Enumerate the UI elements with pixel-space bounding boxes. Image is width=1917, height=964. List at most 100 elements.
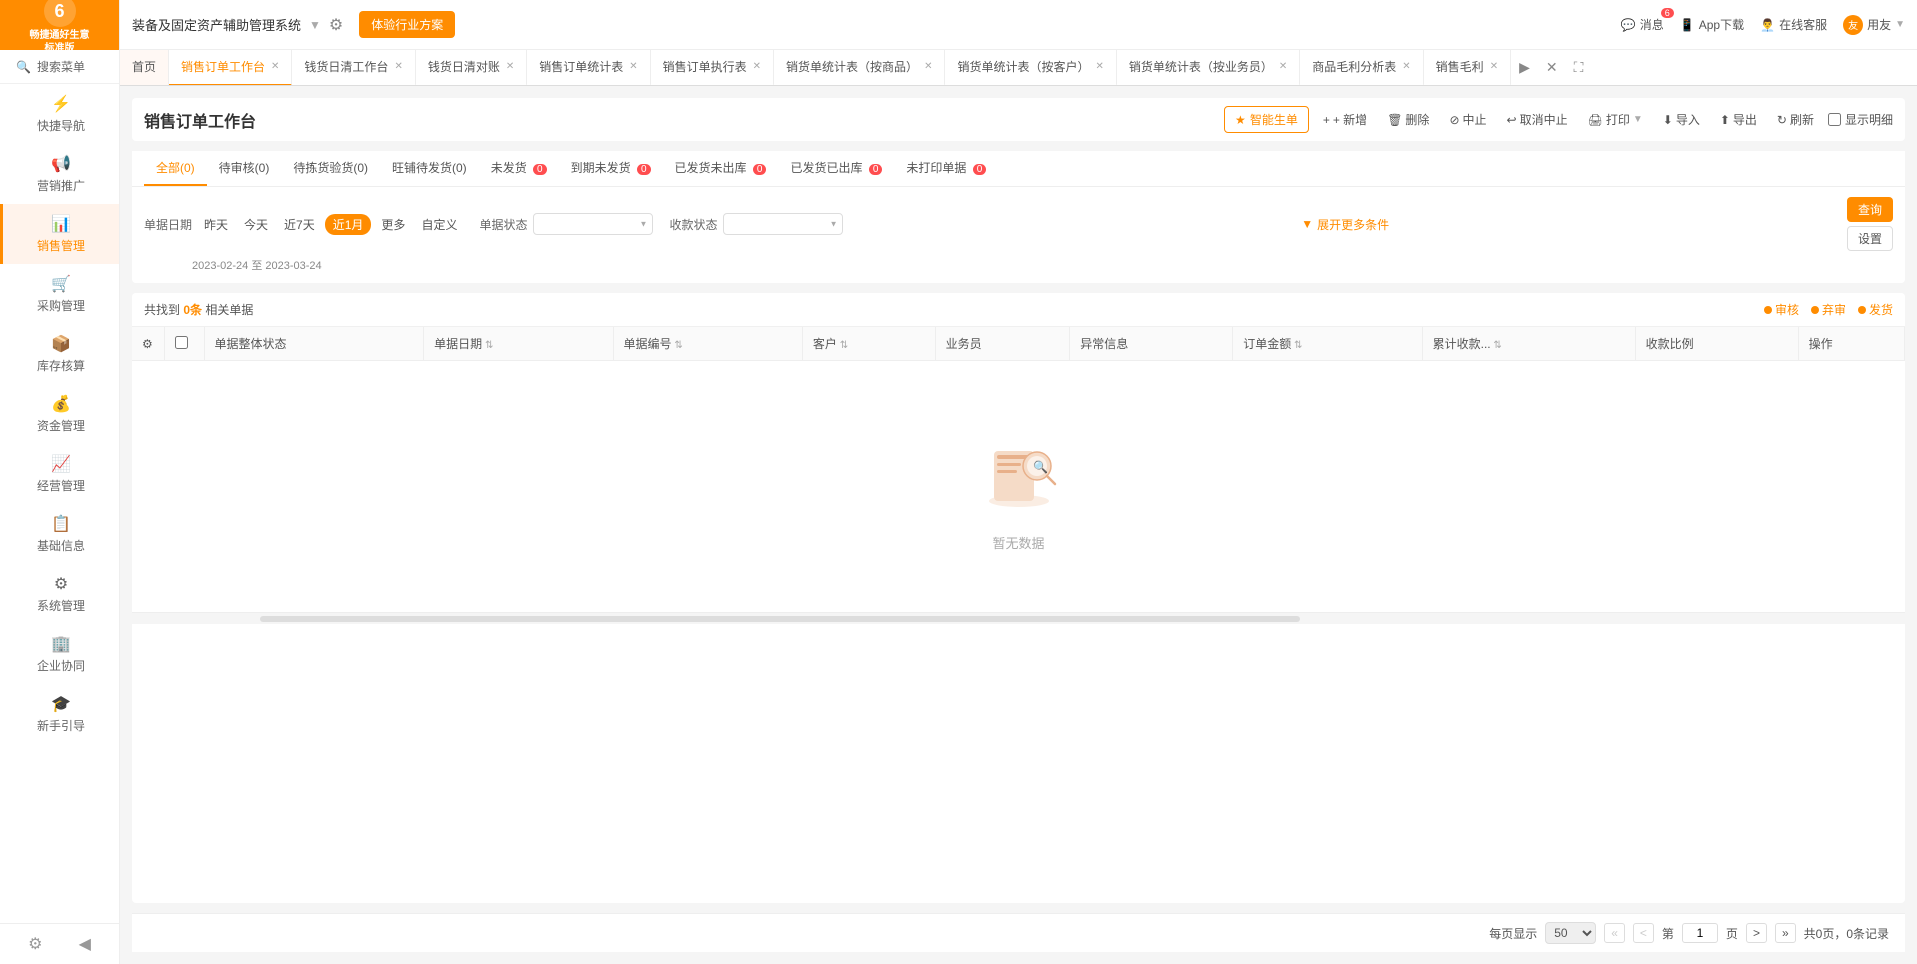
user-btn[interactable]: 友 用友 ▼ <box>1843 15 1905 35</box>
tab-sold-by-customer-close-icon[interactable]: ✕ <box>1095 61 1103 72</box>
tab-margin-analysis[interactable]: 商品毛利分析表 ✕ <box>1300 50 1423 86</box>
cancel-pause-btn[interactable]: ↩ 取消中止 <box>1501 107 1574 132</box>
tab-sales-stat-close-icon[interactable]: ✕ <box>629 61 637 72</box>
online-service-btn[interactable]: 👨‍💼 在线客服 <box>1760 16 1827 33</box>
sidebar-item-enterprise[interactable]: 🏢 企业协同 <box>0 624 119 684</box>
sub-tab-not-shipped[interactable]: 未发货 0 <box>479 151 559 186</box>
page-num-input[interactable] <box>1682 923 1718 943</box>
th-customer[interactable]: 客户 <box>802 327 935 361</box>
ship-btn[interactable]: 发货 <box>1858 301 1893 318</box>
th-check[interactable] <box>164 327 204 361</box>
sub-tab-expired-not-shipped[interactable]: 到期未发货 0 <box>559 151 663 186</box>
sidebar-item-system[interactable]: ⚙ 系统管理 <box>0 564 119 624</box>
horizontal-scrollbar[interactable] <box>132 612 1905 624</box>
tab-sales-workbench[interactable]: 销售订单工作台 ✕ <box>169 50 292 86</box>
sub-tab-all[interactable]: 全部(0) <box>144 151 207 186</box>
page-title: 销售订单工作台 <box>144 108 256 132</box>
settings-bottom-btn[interactable]: ⚙ <box>28 934 42 954</box>
sidebar-search[interactable]: 🔍 搜索菜单 <box>0 50 119 84</box>
date-yesterday-btn[interactable]: 昨天 <box>198 214 234 235</box>
next-page-btn[interactable]: > <box>1746 923 1767 943</box>
expand-filter-btn[interactable]: ▼ 展开更多条件 <box>1301 216 1389 233</box>
data-table: ⚙ 单据整体状态 单据日期 单据编号 客户 业务员 异常信息 订单金额 累计收款… <box>132 327 1905 361</box>
smart-gen-btn[interactable]: ★ 智能生单 <box>1224 106 1309 133</box>
collapse-btn[interactable]: ◀ <box>79 934 91 954</box>
tab-sold-by-product-close-icon[interactable]: ✕ <box>924 61 932 72</box>
date-more-btn[interactable]: 更多 <box>375 214 411 235</box>
tab-sold-by-staff[interactable]: 销货单统计表（按业务员） ✕ <box>1117 50 1300 86</box>
delete-btn[interactable]: 🗑 删除 <box>1381 107 1435 132</box>
status-select[interactable] <box>533 213 653 235</box>
tab-sales-profit-close-icon[interactable]: ✕ <box>1490 61 1498 72</box>
tab-sold-by-staff-close-icon[interactable]: ✕ <box>1279 61 1287 72</box>
tab-cash-reconcile-close-icon[interactable]: ✕ <box>506 61 514 72</box>
export-btn[interactable]: ⬆ 导出 <box>1714 107 1763 132</box>
sub-tab-shipped-out[interactable]: 已发货已出库 0 <box>778 151 894 186</box>
tab-more-btn[interactable]: ▶ <box>1511 59 1538 76</box>
tab-sold-by-product[interactable]: 销货单统计表（按商品） ✕ <box>774 50 945 86</box>
tab-sales-profit[interactable]: 销售毛利 ✕ <box>1424 50 1511 86</box>
sidebar-item-operation[interactable]: 📈 经营管理 <box>0 444 119 504</box>
tab-cash-reconcile[interactable]: 钱货日清对账 ✕ <box>416 50 527 86</box>
sidebar-item-marketing[interactable]: 📢 营销推广 <box>0 144 119 204</box>
tab-sales-exec[interactable]: 销售订单执行表 ✕ <box>651 50 774 86</box>
date-1month-btn[interactable]: 近1月 <box>325 214 372 235</box>
tab-margin-analysis-close-icon[interactable]: ✕ <box>1402 61 1410 72</box>
import-btn[interactable]: ⬇ 导入 <box>1657 107 1706 132</box>
show-detail-checkbox[interactable]: 显示明细 <box>1828 111 1893 128</box>
pause-btn[interactable]: ⊘ 中止 <box>1443 107 1492 132</box>
sidebar-item-basic[interactable]: 📋 基础信息 <box>0 504 119 564</box>
not-shipped-badge: 0 <box>533 164 547 175</box>
tab-cash-daily[interactable]: 钱货日清工作台 ✕ <box>292 50 415 86</box>
first-page-btn[interactable]: « <box>1604 923 1625 943</box>
tab-sold-by-customer[interactable]: 销货单统计表（按客户） ✕ <box>945 50 1116 86</box>
review-btn[interactable]: 审核 <box>1764 301 1799 318</box>
sub-tab-shipped-not-out[interactable]: 已发货未出库 0 <box>663 151 779 186</box>
th-settings[interactable]: ⚙ <box>132 327 164 361</box>
tab-fullscreen-btn[interactable]: ⛶ <box>1566 59 1592 76</box>
sub-tab-pending-review[interactable]: 待审核(0) <box>207 151 282 186</box>
show-detail-input[interactable] <box>1828 113 1841 126</box>
setting-btn[interactable]: 设置 <box>1847 226 1893 251</box>
last-page-btn[interactable]: » <box>1775 923 1796 943</box>
query-btn[interactable]: 查询 <box>1847 197 1893 222</box>
scrollbar-thumb[interactable] <box>260 616 1300 622</box>
topbar-gear-icon[interactable]: ⚙ <box>329 15 343 35</box>
select-all-checkbox[interactable] <box>175 336 188 349</box>
app-download-btn[interactable]: 📱 App下载 <box>1680 16 1744 33</box>
sidebar-item-inventory[interactable]: 📦 库存核算 <box>0 324 119 384</box>
tab-sales-close-icon[interactable]: ✕ <box>271 61 279 72</box>
sidebar-logo: 6 畅捷通好生意 标准版 <box>0 0 119 50</box>
tab-home[interactable]: 首页 <box>120 50 169 86</box>
tab-cash-daily-close-icon[interactable]: ✕ <box>394 61 402 72</box>
date-custom-btn[interactable]: 自定义 <box>415 214 463 235</box>
sales-icon: 📊 <box>51 214 71 234</box>
tab-sales-stat[interactable]: 销售订单统计表 ✕ <box>527 50 650 86</box>
th-date[interactable]: 单据日期 <box>424 327 613 361</box>
sub-tab-not-printed[interactable]: 未打印单据 0 <box>894 151 998 186</box>
page-size-select[interactable]: 10 20 50 100 <box>1545 922 1596 944</box>
topbar-dropdown[interactable]: ▼ <box>309 18 321 32</box>
date-7days-btn[interactable]: 近7天 <box>278 214 321 235</box>
th-number[interactable]: 单据编号 <box>613 327 802 361</box>
add-btn[interactable]: + + 新增 <box>1317 107 1373 132</box>
prev-page-btn[interactable]: < <box>1633 923 1654 943</box>
refresh-btn[interactable]: ↻ 刷新 <box>1771 107 1820 132</box>
message-btn[interactable]: 💬 6 消息 <box>1621 16 1664 33</box>
sidebar-item-finance[interactable]: 💰 资金管理 <box>0 384 119 444</box>
sub-tab-wangpu-pending[interactable]: 旺铺待发货(0) <box>380 151 479 186</box>
sidebar-item-quick-nav[interactable]: ⚡ 快捷导航 <box>0 84 119 144</box>
sidebar-item-sales[interactable]: 📊 销售管理 <box>0 204 119 264</box>
th-amount[interactable]: 订单金额 <box>1233 327 1422 361</box>
sidebar-item-guide[interactable]: 🎓 新手引导 <box>0 684 119 744</box>
date-today-btn[interactable]: 今天 <box>238 214 274 235</box>
pay-status-select[interactable] <box>723 213 843 235</box>
industry-btn[interactable]: 体验行业方案 <box>359 11 455 38</box>
tab-close-all-btn[interactable]: ✕ <box>1538 59 1566 76</box>
un-review-btn[interactable]: 弃审 <box>1811 301 1846 318</box>
sub-tab-pending-inspect[interactable]: 待拣货验货(0) <box>281 151 380 186</box>
tab-sales-exec-close-icon[interactable]: ✕ <box>753 61 761 72</box>
th-collected[interactable]: 累计收款... <box>1422 327 1635 361</box>
sidebar-item-purchase[interactable]: 🛒 采购管理 <box>0 264 119 324</box>
print-btn[interactable]: 🖨 打印 ▼ <box>1582 107 1649 132</box>
